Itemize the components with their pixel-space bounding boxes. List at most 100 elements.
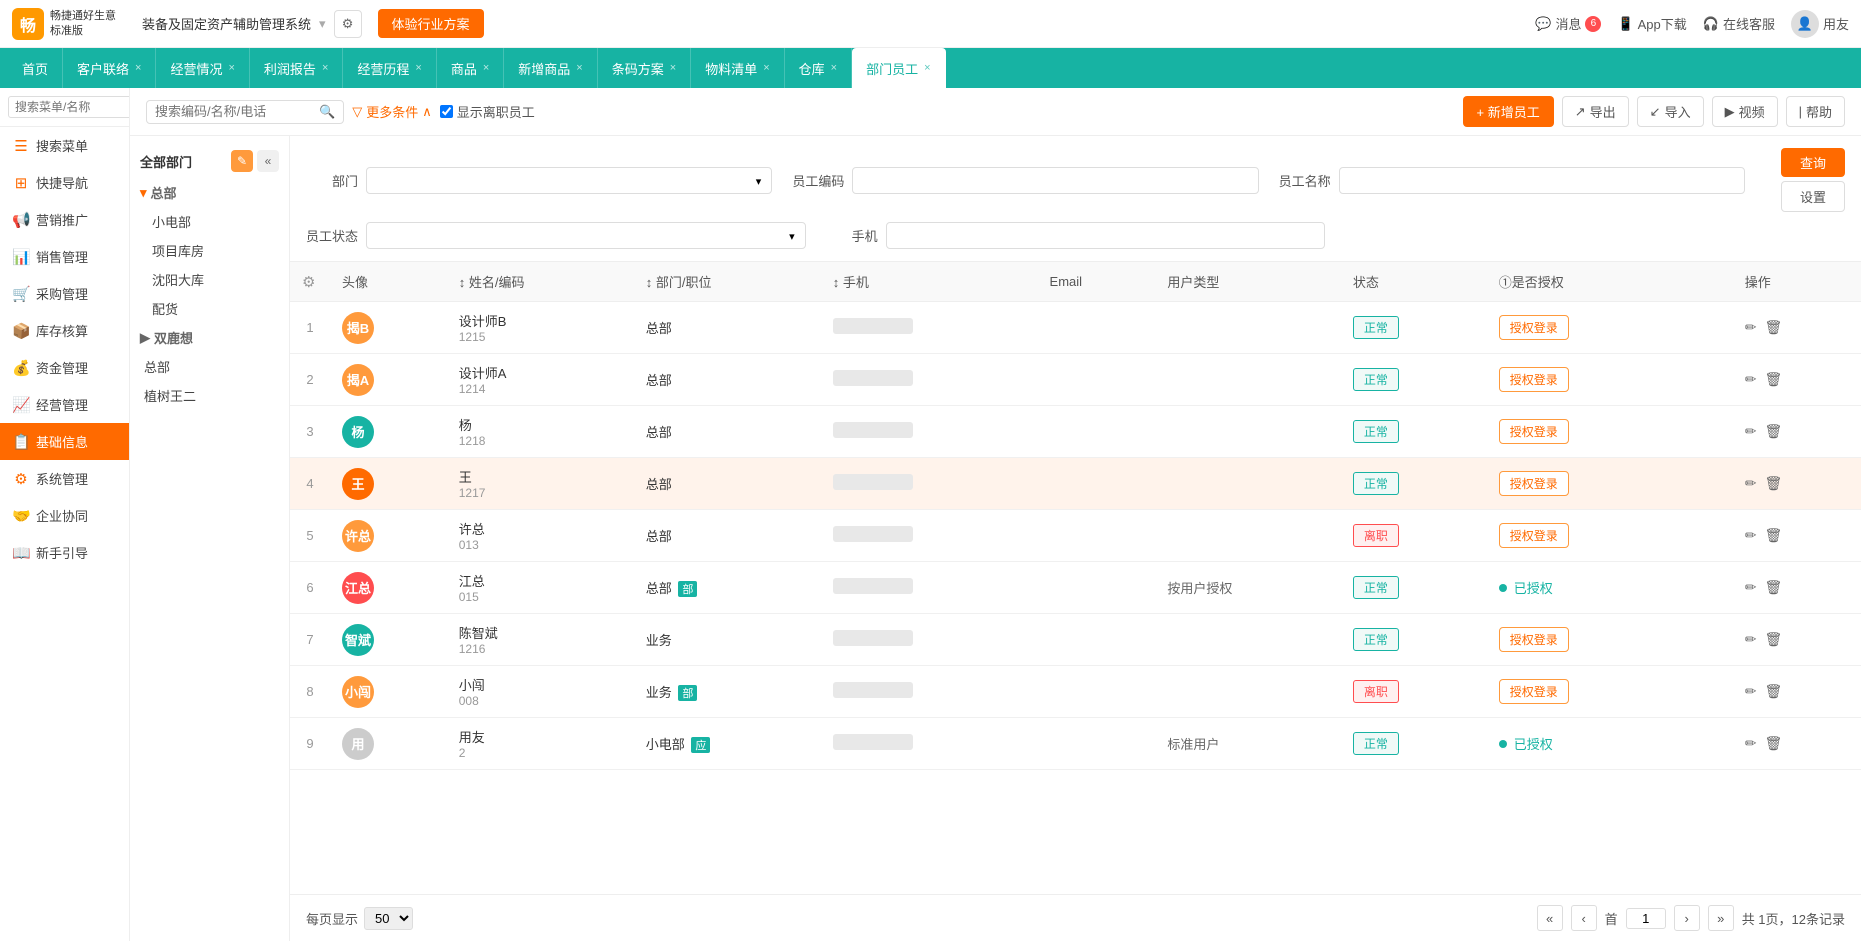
prev-page-btn[interactable]: ‹ — [1571, 905, 1597, 931]
tab-profit-close[interactable]: × — [322, 62, 328, 74]
show-resigned-check[interactable]: 显示离职员工 — [440, 102, 535, 121]
tab-warehouse[interactable]: 仓库× — [785, 48, 852, 88]
filter-empstatus-select[interactable] — [366, 222, 806, 249]
tab-profit[interactable]: 利润报告× — [250, 48, 343, 88]
sidebar-item-finance[interactable]: 💰 资金管理 — [0, 349, 129, 386]
dept-item-shenyang[interactable]: 沈阳大库 — [130, 265, 289, 294]
sidebar-item-basic[interactable]: 📋 基础信息 — [0, 423, 129, 460]
sidebar-item-sys[interactable]: ⚙ 系统管理 — [0, 460, 129, 497]
tab-barcode-close[interactable]: × — [670, 62, 676, 74]
filter-search-btn[interactable]: 查询 — [1781, 148, 1845, 177]
add-employee-btn[interactable]: + 新增员工 — [1463, 96, 1554, 127]
import-btn[interactable]: ↙ 导入 — [1637, 96, 1704, 127]
sidebar-item-mgmt[interactable]: 📈 经营管理 — [0, 386, 129, 423]
user-avatar[interactable]: 👤 用友 — [1791, 10, 1849, 38]
tab-operation-close[interactable]: × — [228, 62, 234, 74]
dept-collapse-btn[interactable]: « — [257, 150, 279, 172]
sidebar-item-collab[interactable]: 🤝 企业协同 — [0, 497, 129, 534]
page-size-select[interactable]: 50 — [364, 907, 413, 930]
delete-btn[interactable]: 🗑 — [1764, 631, 1782, 648]
dept-group-zongbu[interactable]: ▾ 总部 — [130, 178, 289, 207]
export-btn[interactable]: ↗ 导出 — [1562, 96, 1629, 127]
tab-dept-staff[interactable]: 部门员工× — [852, 48, 945, 88]
delete-btn[interactable]: 🗑 — [1764, 423, 1782, 440]
sidebar-item-search[interactable]: ☰ 搜索菜单 — [0, 127, 129, 164]
app-download-btn[interactable]: 📱 App下载 — [1617, 14, 1686, 33]
tab-new-goods[interactable]: 新增商品× — [504, 48, 597, 88]
tab-warehouse-close[interactable]: × — [831, 62, 837, 74]
auth-btn[interactable]: 授权登录 — [1499, 471, 1569, 496]
sidebar-item-nav[interactable]: ⊞ 快捷导航 — [0, 164, 129, 201]
edit-btn[interactable]: ✏ — [1745, 319, 1757, 336]
help-btn[interactable]: | 帮助 — [1786, 96, 1845, 127]
edit-btn[interactable]: ✏ — [1745, 371, 1757, 388]
filter-set-btn[interactable]: 设置 — [1781, 181, 1845, 212]
sidebar-item-inventory[interactable]: 📦 库存核算 — [0, 312, 129, 349]
edit-btn[interactable]: ✏ — [1745, 735, 1757, 752]
delete-btn[interactable]: 🗑 — [1764, 735, 1782, 752]
auth-btn[interactable]: 授权登录 — [1499, 679, 1569, 704]
search-input[interactable] — [155, 104, 315, 119]
dept-edit-btn[interactable]: ✎ — [231, 150, 253, 172]
dept-item-zongbu2[interactable]: 总部 — [130, 352, 289, 381]
delete-btn[interactable]: 🗑 — [1764, 475, 1782, 492]
service-btn[interactable]: 🎧 在线客服 — [1703, 14, 1775, 33]
resigned-checkbox[interactable] — [440, 105, 453, 118]
trial-btn[interactable]: 体验行业方案 — [378, 9, 484, 38]
sidebar-item-guide[interactable]: 📖 新手引导 — [0, 534, 129, 571]
msg-btn[interactable]: 💬 消息 6 — [1535, 14, 1601, 33]
col-settings[interactable]: ⚙ — [290, 262, 330, 302]
edit-btn[interactable]: ✏ — [1745, 579, 1757, 596]
delete-btn[interactable]: 🗑 — [1764, 319, 1782, 336]
sidebar-item-marketing[interactable]: 📢 营销推广 — [0, 201, 129, 238]
edit-btn[interactable]: ✏ — [1745, 423, 1757, 440]
tab-bom-close[interactable]: × — [763, 62, 769, 74]
filter-dept-select[interactable] — [366, 167, 772, 194]
tab-history[interactable]: 经营历程× — [343, 48, 436, 88]
next-page-btn[interactable]: › — [1674, 905, 1700, 931]
delete-btn[interactable]: 🗑 — [1764, 527, 1782, 544]
edit-btn[interactable]: ✏ — [1745, 475, 1757, 492]
first-page-btn[interactable]: « — [1537, 905, 1563, 931]
settings-btn[interactable]: ⚙ — [334, 10, 362, 38]
auth-btn[interactable]: 授权登录 — [1499, 627, 1569, 652]
view-btn[interactable]: ▶ 视频 — [1712, 96, 1778, 127]
edit-btn[interactable]: ✏ — [1745, 683, 1757, 700]
filter-phone-input[interactable] — [886, 222, 1326, 249]
tab-new-goods-close[interactable]: × — [576, 62, 582, 74]
delete-btn[interactable]: 🗑 — [1764, 683, 1782, 700]
dept-item-peihuo[interactable]: 配货 — [130, 294, 289, 323]
tab-barcode[interactable]: 条码方案× — [598, 48, 691, 88]
tab-goods[interactable]: 商品× — [437, 48, 504, 88]
tab-operation[interactable]: 经营情况× — [156, 48, 249, 88]
auth-btn[interactable]: 授权登录 — [1499, 419, 1569, 444]
dept-item-xianmu[interactable]: 项目库房 — [130, 236, 289, 265]
dept-item-xiaodian[interactable]: 小电部 — [130, 207, 289, 236]
sys-title-arrow[interactable]: ▾ — [319, 16, 326, 32]
tab-bom[interactable]: 物料清单× — [691, 48, 784, 88]
tab-history-close[interactable]: × — [415, 62, 421, 74]
delete-btn[interactable]: 🗑 — [1764, 371, 1782, 388]
sidebar-item-purchase[interactable]: 🛒 采购管理 — [0, 275, 129, 312]
auth-btn[interactable]: 授权登录 — [1499, 315, 1569, 340]
tab-home[interactable]: 首页 — [8, 48, 63, 88]
dept-item-planting[interactable]: 植树王二 — [130, 381, 289, 410]
auth-btn[interactable]: 授权登录 — [1499, 367, 1569, 392]
tab-goods-close[interactable]: × — [483, 62, 489, 74]
tab-customer[interactable]: 客户联络× — [63, 48, 156, 88]
settings-col-icon[interactable]: ⚙ — [302, 274, 315, 291]
more-conditions-btn[interactable]: ▽ 更多条件 ∧ — [352, 102, 432, 121]
sidebar-item-sales[interactable]: 📊 销售管理 — [0, 238, 129, 275]
auth-btn[interactable]: 授权登录 — [1499, 523, 1569, 548]
delete-btn[interactable]: 🗑 — [1764, 579, 1782, 596]
dept-group-shuanglu[interactable]: ▶ 双鹿想 — [130, 323, 289, 352]
filter-empname-input[interactable] — [1339, 167, 1745, 194]
edit-btn[interactable]: ✏ — [1745, 527, 1757, 544]
sidebar-search-input[interactable] — [8, 96, 130, 118]
tab-dept-staff-close[interactable]: × — [924, 62, 930, 74]
last-page-btn[interactable]: » — [1708, 905, 1734, 931]
filter-empcode-input[interactable] — [852, 167, 1258, 194]
page-input[interactable]: 1 — [1626, 908, 1666, 929]
edit-btn[interactable]: ✏ — [1745, 631, 1757, 648]
tab-customer-close[interactable]: × — [135, 62, 141, 74]
